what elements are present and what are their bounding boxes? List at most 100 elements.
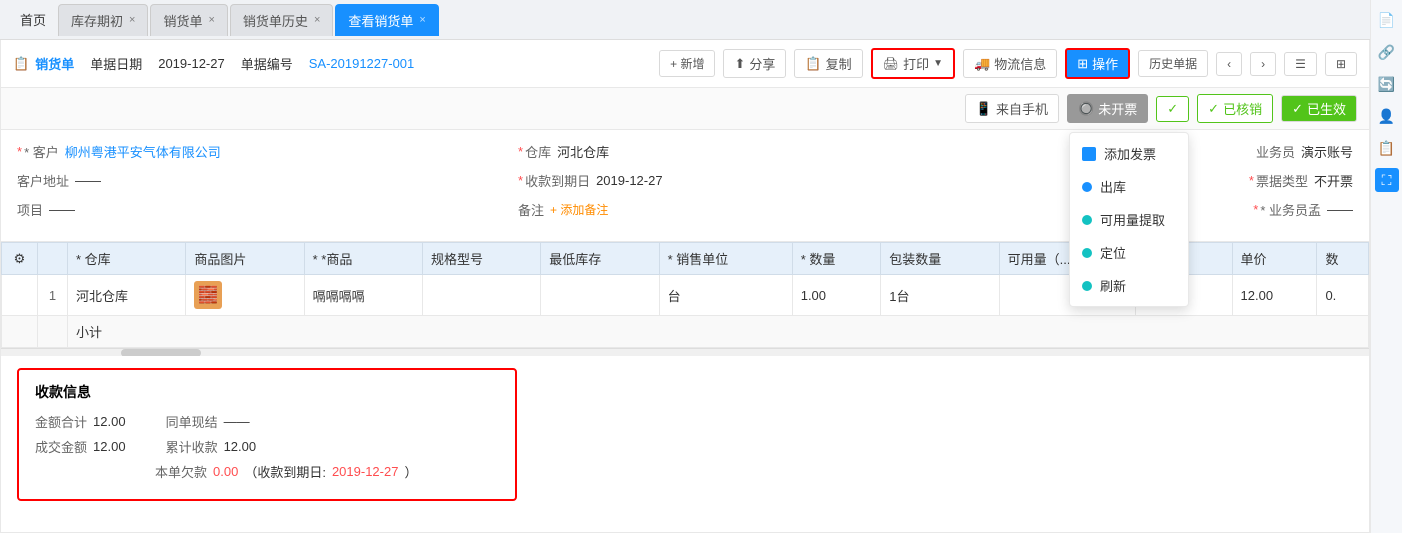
col-num — [38, 243, 68, 275]
doc-title: 📋 销货单 — [13, 54, 74, 73]
close-tab-history-icon[interactable]: × — [314, 14, 320, 26]
check-button[interactable]: ✓ — [1156, 96, 1189, 122]
col-qty: * 数量 — [792, 243, 881, 275]
dropdown-refresh[interactable]: 刷新 — [1070, 269, 1188, 302]
sidebar-refresh-icon[interactable]: 🔄 — [1375, 72, 1399, 96]
phone-icon: 📱 — [976, 101, 992, 117]
col-min-stock: 最低库存 — [541, 243, 659, 275]
next-button[interactable]: › — [1250, 52, 1276, 76]
print-dropdown-arrow[interactable]: ▼ — [933, 58, 943, 69]
row-amount: 0. — [1317, 275, 1369, 316]
warehouse-value: 河北仓库 — [557, 142, 609, 161]
row-min-stock — [541, 275, 659, 316]
customer-label: * 客户 — [24, 142, 59, 161]
subtotal-gear — [2, 316, 38, 348]
paydate-value: 2019-12-27 — [596, 173, 663, 188]
close-tab-inventory-icon[interactable]: × — [129, 14, 135, 26]
tab-sales-order[interactable]: 销货单 × — [150, 4, 227, 36]
operation-icon: ⊞ — [1077, 56, 1088, 72]
row-warehouse: 河北仓库 — [68, 275, 186, 316]
salesperson2-value: —— — [1327, 202, 1353, 217]
deal-amount-label: 成交金额 — [35, 437, 87, 456]
add-remark-button[interactable]: + 添加备注 — [550, 201, 608, 218]
outbound-icon — [1082, 182, 1092, 192]
dropdown-add-invoice[interactable]: 添加发票 — [1070, 137, 1188, 170]
available-extract-icon — [1082, 215, 1092, 225]
tab-inventory[interactable]: 库存期初 × — [58, 4, 148, 36]
row-unit: 台 — [659, 275, 792, 316]
col-spec: 规格型号 — [422, 243, 540, 275]
col-amount: 数 — [1317, 243, 1369, 275]
product-thumbnail: 🧱 — [194, 281, 222, 309]
print-button[interactable]: 🖨 打印 ▼ — [871, 48, 955, 79]
not-opened-button[interactable]: 🔘 未开票 — [1067, 94, 1148, 123]
dropdown-locate[interactable]: 定位 — [1070, 236, 1188, 269]
customer-value[interactable]: 柳州粤港平安气体有限公司 — [65, 142, 221, 161]
doc-date-value: 2019-12-27 — [158, 56, 225, 71]
col-warehouse: * 仓库 — [68, 243, 186, 275]
effective-button[interactable]: ✓ 已生效 — [1281, 95, 1357, 122]
cumulative-item: 累计收款 12.00 — [166, 437, 257, 456]
current-due-value: 0.00 — [213, 464, 238, 479]
cancelled-icon: ✓ — [1208, 101, 1219, 117]
sidebar-link-icon[interactable]: 🔗 — [1375, 40, 1399, 64]
operation-button[interactable]: ⊞ 操作 — [1065, 48, 1130, 79]
remark-label: 备注 — [518, 200, 544, 219]
col-price: 单价 — [1232, 243, 1317, 275]
current-due-item: 本单欠款 0.00 （收款到期日: 2019-12-27 ） — [155, 462, 417, 481]
grid2-button[interactable]: ⊞ — [1325, 52, 1357, 76]
cumulative-label: 累计收款 — [166, 437, 218, 456]
payment-info-box: 收款信息 金额合计 12.00 同单现结 —— 成交金额 12.00 累计收款 — [17, 368, 517, 501]
payment-info-title: 收款信息 — [35, 382, 499, 402]
copy-button[interactable]: 📋 复制 — [794, 49, 862, 78]
due-date-close: ） — [404, 462, 417, 481]
subtotal-num — [38, 316, 68, 348]
dropdown-available-extract[interactable]: 可用量提取 — [1070, 203, 1188, 236]
deal-amount-value: 12.00 — [93, 439, 126, 454]
new-button[interactable]: + 新增 — [659, 50, 715, 77]
sidebar-expand-icon[interactable]: ⛶ — [1375, 168, 1399, 192]
same-order-value: —— — [224, 414, 250, 429]
right-sidebar: 📄 🔗 🔄 👤 📋 ⛶ — [1370, 0, 1402, 533]
cancelled-button[interactable]: ✓ 已核销 — [1197, 94, 1273, 123]
col-image: 商品图片 — [186, 243, 304, 275]
sidebar-doc-icon[interactable]: 📄 — [1375, 8, 1399, 32]
ticket-value: 不开票 — [1314, 171, 1353, 190]
from-phone-button[interactable]: 📱 来自手机 — [965, 94, 1059, 123]
share-icon: ⬆ — [734, 56, 745, 72]
doc-icon: 📋 — [13, 56, 29, 72]
address-label: 客户地址 — [17, 171, 69, 190]
grid1-button[interactable]: ☰ — [1284, 52, 1317, 76]
tab-bar: 首页 库存期初 × 销货单 × 销货单历史 × 查看销货单 × × — [0, 0, 1402, 40]
sidebar-list-icon[interactable]: 📋 — [1375, 136, 1399, 160]
logistics-button[interactable]: 🚚 物流信息 — [963, 49, 1057, 78]
prev-button[interactable]: ‹ — [1216, 52, 1242, 76]
refresh-icon — [1082, 281, 1092, 291]
print-icon: 🖨 — [883, 56, 900, 72]
doc-number-label: 单据编号 — [241, 54, 293, 73]
total-amount-value: 12.00 — [93, 414, 126, 429]
tab-view-sales-order[interactable]: 查看销货单 × — [335, 4, 438, 36]
total-amount-item: 金额合计 12.00 — [35, 412, 126, 431]
project-label: 项目 — [17, 200, 43, 219]
share-button[interactable]: ⬆ 分享 — [723, 49, 786, 78]
row-gear[interactable] — [2, 275, 38, 316]
same-order-label: 同单现结 — [166, 412, 218, 431]
history-button[interactable]: 历史单据 — [1138, 50, 1208, 77]
close-tab-view-icon[interactable]: × — [419, 14, 425, 26]
salesperson-value: 演示账号 — [1301, 142, 1353, 161]
close-tab-sales-icon[interactable]: × — [208, 14, 214, 26]
row-product: 嗝嗝嗝嗝 — [304, 275, 422, 316]
sidebar-user-icon[interactable]: 👤 — [1375, 104, 1399, 128]
row-spec — [422, 275, 540, 316]
row-price: 12.00 — [1232, 275, 1317, 316]
tab-home[interactable]: 首页 — [8, 10, 58, 29]
col-gear[interactable]: ⚙ — [2, 243, 38, 275]
paydate-label: 收款到期日 — [525, 171, 590, 190]
cumulative-value: 12.00 — [224, 439, 257, 454]
doc-header-actions: + 新增 ⬆ 分享 📋 复制 🖨 打印 ▼ — [659, 48, 1357, 79]
due-date-value: 2019-12-27 — [332, 464, 399, 479]
tab-sales-history[interactable]: 销货单历史 × — [230, 4, 333, 36]
check-icon: ✓ — [1167, 101, 1178, 117]
dropdown-outbound[interactable]: 出库 — [1070, 170, 1188, 203]
